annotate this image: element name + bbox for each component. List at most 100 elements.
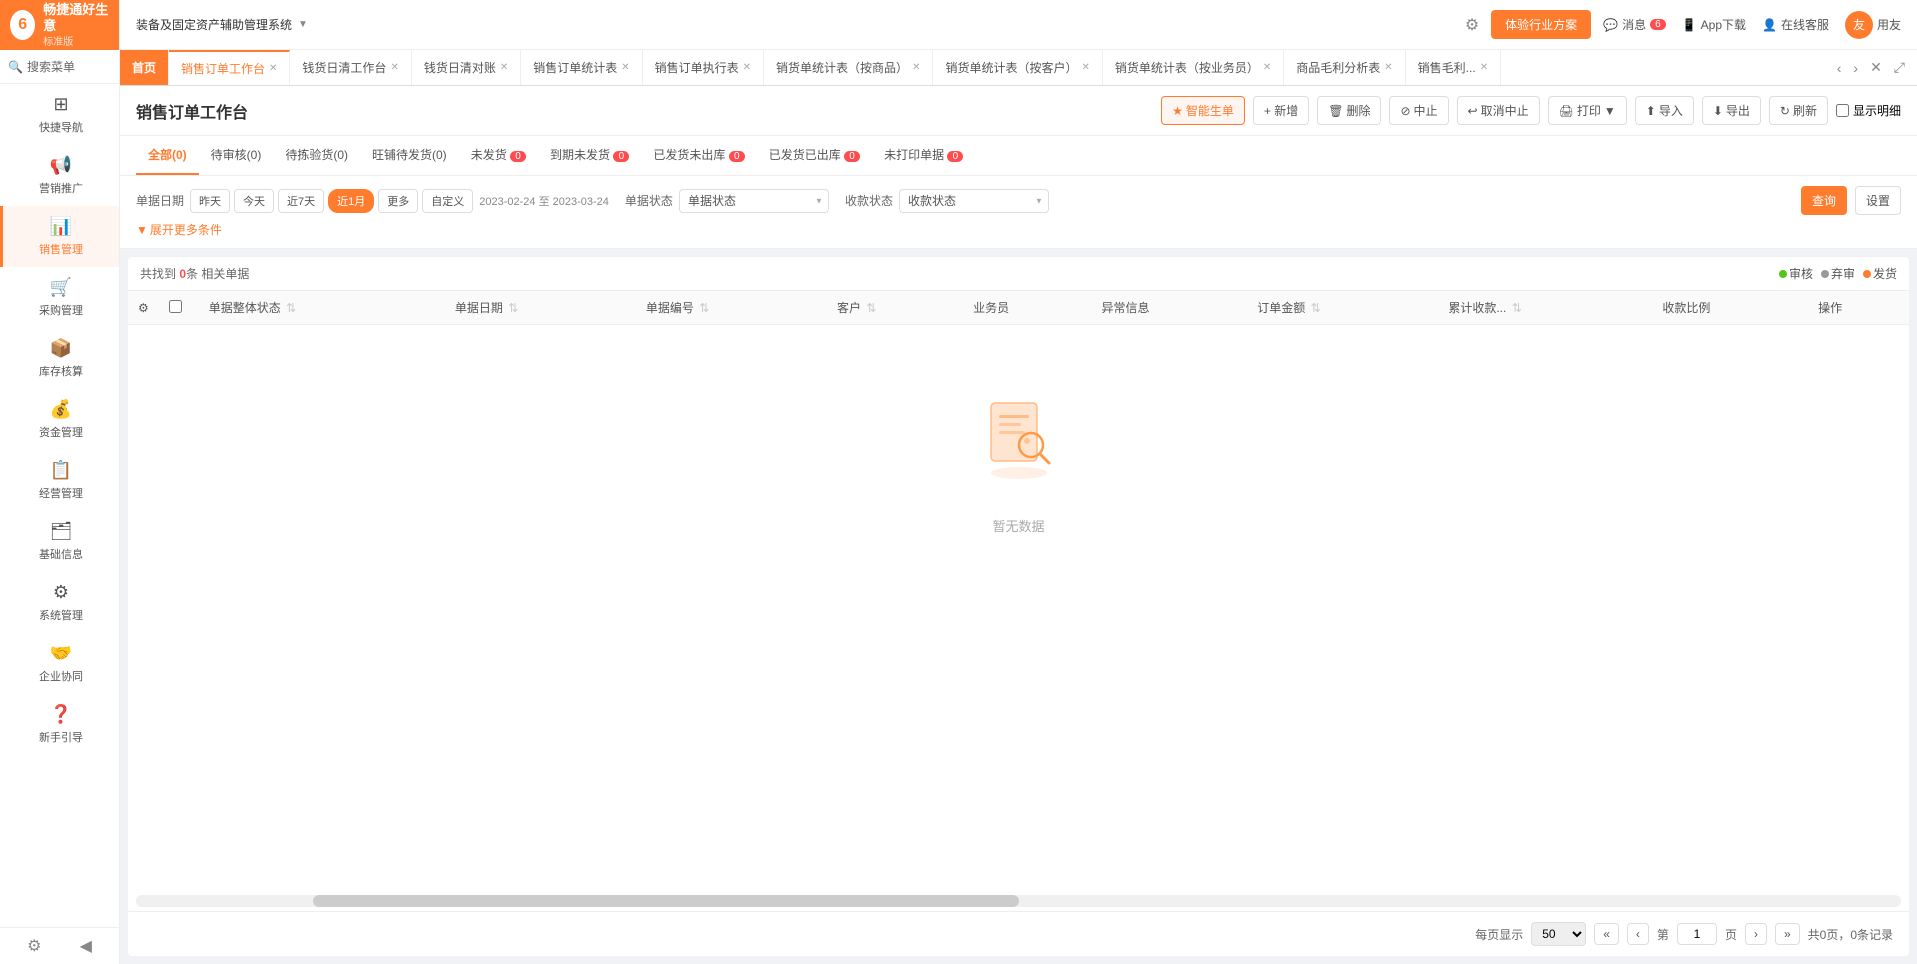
last-page-btn[interactable]: » xyxy=(1775,923,1800,945)
message-btn[interactable]: 💬 消息 6 xyxy=(1603,16,1666,33)
smart-create-btn[interactable]: ★ 智能生单 xyxy=(1161,96,1245,125)
industry-btn[interactable]: 体验行业方案 xyxy=(1491,10,1591,39)
tab-close-cash-reconcile[interactable]: ✕ xyxy=(500,62,508,73)
ship-action-btn[interactable]: 发货 xyxy=(1863,265,1897,282)
subtab-shipped-out[interactable]: 已发货已出库 0 xyxy=(757,136,872,175)
subtab-bar: 全部(0) 待审核(0) 待拣验货(0) 旺铺待发货(0) 未发货 0 到期未发… xyxy=(120,136,1917,176)
sidebar-item-finance[interactable]: 💰 资金管理 xyxy=(0,389,119,450)
tab-gross-profit[interactable]: 商品毛利分析表 ✕ xyxy=(1284,50,1405,86)
search-menu[interactable]: 🔍 搜索菜单 xyxy=(0,50,119,84)
collapse-sidebar-btn[interactable]: ◀ xyxy=(80,936,92,956)
sidebar-item-label: 资金管理 xyxy=(39,424,83,440)
th-amount: 订单金额 ⇅ xyxy=(1247,291,1438,325)
show-detail-checkbox[interactable] xyxy=(1836,104,1849,117)
cancel-stop-btn[interactable]: ↩ 取消中止 xyxy=(1457,96,1540,125)
user-menu[interactable]: 友 用友 xyxy=(1845,11,1901,39)
review-action-btn[interactable]: 审核 xyxy=(1779,265,1813,282)
sidebar-item-purchase[interactable]: 🛒 采购管理 xyxy=(0,267,119,328)
subtab-shipped-not-out[interactable]: 已发货未出库 0 xyxy=(641,136,756,175)
tab-close-cash-daily[interactable]: ✕ xyxy=(390,62,398,73)
ship-dot xyxy=(1863,270,1871,278)
sidebar-item-label: 基础信息 xyxy=(39,546,83,562)
sidebar-item-enterprise[interactable]: 🤝 企业协同 xyxy=(0,633,119,694)
tab-close-sales-exec[interactable]: ✕ xyxy=(743,62,751,73)
date-btn-more[interactable]: 更多 xyxy=(378,189,418,213)
sidebar-item-system[interactable]: ⚙ 系统管理 xyxy=(0,572,119,633)
tab-close-sales-more[interactable]: ✕ xyxy=(1480,62,1488,73)
date-btn-today[interactable]: 今天 xyxy=(234,189,274,213)
select-all-checkbox[interactable] xyxy=(169,300,182,313)
tab-fullscreen[interactable]: ⤢ xyxy=(1890,57,1909,78)
subtab-pending-review[interactable]: 待审核(0) xyxy=(199,136,274,175)
stop-btn[interactable]: ⊘ 中止 xyxy=(1389,96,1448,125)
filter-status-select[interactable]: 单据状态 xyxy=(679,189,829,213)
tab-close-summary-product[interactable]: ✕ xyxy=(912,62,920,73)
filter-payment-wrapper: 收款状态 xyxy=(899,189,1049,213)
topbar-settings-icon[interactable]: ⚙ xyxy=(1465,15,1479,35)
empty-illustration xyxy=(969,385,1069,504)
tab-sales-exec[interactable]: 销售订单执行表 ✕ xyxy=(643,50,764,86)
tab-close-sales-workbench[interactable]: ✕ xyxy=(269,63,277,74)
date-btn-1month[interactable]: 近1月 xyxy=(328,189,374,213)
sidebar-item-base[interactable]: 🗂 基础信息 xyxy=(0,511,119,572)
refresh-btn[interactable]: ↻ 刷新 xyxy=(1769,96,1828,125)
table-scroll[interactable]: ⚙ 单据整体状态 ⇅ 单据日期 ⇅ 单据编号 xyxy=(128,291,1909,891)
tab-summary-product[interactable]: 销货单统计表（按商品） ✕ xyxy=(764,50,933,86)
scrollbar-thumb[interactable] xyxy=(313,895,1019,907)
tab-scroll-right[interactable]: › xyxy=(1849,58,1862,78)
tab-sales-stats[interactable]: 销售订单统计表 ✕ xyxy=(521,50,642,86)
tab-scroll-left[interactable]: ‹ xyxy=(1833,58,1846,78)
tab-cash-daily[interactable]: 钱货日清工作台 ✕ xyxy=(290,50,411,86)
print-btn[interactable]: 🖨 打印 ▼ xyxy=(1548,96,1627,125)
query-btn[interactable]: 查询 xyxy=(1801,186,1847,215)
system-dropdown-icon[interactable]: ▼ xyxy=(298,19,308,30)
tab-close-summary-staff[interactable]: ✕ xyxy=(1263,62,1271,73)
date-btn-7days[interactable]: 近7天 xyxy=(278,189,324,213)
sidebar-item-sales[interactable]: 📊 销售管理 xyxy=(0,206,119,267)
subtab-overdue-ship[interactable]: 到期未发货 0 xyxy=(538,136,641,175)
subtab-all[interactable]: 全部(0) xyxy=(136,136,199,175)
page-input[interactable] xyxy=(1677,923,1717,945)
subtab-not-printed[interactable]: 未打印单据 0 xyxy=(872,136,975,175)
subtab-pending-check[interactable]: 待拣验货(0) xyxy=(273,136,360,175)
tab-sales-more[interactable]: 销售毛利... ✕ xyxy=(1406,50,1501,86)
sidebar-item-operation[interactable]: 📋 经营管理 xyxy=(0,450,119,511)
subtab-wangpu-ship[interactable]: 旺铺待发货(0) xyxy=(360,136,459,175)
sidebar-item-guide[interactable]: ❓ 新手引导 xyxy=(0,694,119,755)
tab-close-sales-stats[interactable]: ✕ xyxy=(621,62,629,73)
cancel-review-action-btn[interactable]: 弃审 xyxy=(1821,265,1855,282)
per-page-select[interactable]: 50 20 100 xyxy=(1531,922,1586,946)
online-service-btn[interactable]: 👤 在线客服 xyxy=(1762,16,1829,33)
tab-summary-staff[interactable]: 销货单统计表（按业务员） ✕ xyxy=(1103,50,1284,86)
tab-close-gross-profit[interactable]: ✕ xyxy=(1384,62,1392,73)
tab-sales-workbench[interactable]: 销售订单工作台 ✕ xyxy=(169,50,290,86)
show-detail-label[interactable]: 显示明细 xyxy=(1836,102,1901,119)
service-icon: 👤 xyxy=(1762,18,1777,32)
subtab-not-shipped[interactable]: 未发货 0 xyxy=(459,136,538,175)
filter-settings-btn[interactable]: 设置 xyxy=(1855,186,1901,215)
first-page-btn[interactable]: « xyxy=(1594,923,1619,945)
app-download-btn[interactable]: 📱 App下载 xyxy=(1682,16,1746,33)
tab-summary-customer[interactable]: 销货单统计表（按客户） ✕ xyxy=(933,50,1102,86)
sidebar-item-marketing[interactable]: 📢 营销推广 xyxy=(0,145,119,206)
import-btn[interactable]: ⬆ 导入 xyxy=(1635,96,1694,125)
filter-payment-select[interactable]: 收款状态 xyxy=(899,189,1049,213)
sidebar-item-label: 快捷导航 xyxy=(39,119,83,135)
next-page-btn[interactable]: › xyxy=(1745,923,1767,945)
sidebar-item-quick-nav[interactable]: ⊞ 快捷导航 xyxy=(0,84,119,145)
add-btn[interactable]: + 新增 xyxy=(1253,96,1309,125)
prev-page-btn[interactable]: ‹ xyxy=(1627,923,1649,945)
settings-bottom-icon[interactable]: ⚙ xyxy=(27,936,41,956)
delete-btn[interactable]: 🗑 删除 xyxy=(1317,96,1381,125)
horizontal-scrollbar[interactable] xyxy=(136,895,1901,907)
tab-close-summary-customer[interactable]: ✕ xyxy=(1081,62,1089,73)
date-btn-yesterday[interactable]: 昨天 xyxy=(190,189,230,213)
expand-filter-btn[interactable]: ▼ 展开更多条件 xyxy=(136,221,1901,238)
tab-cash-reconcile[interactable]: 钱货日清对账 ✕ xyxy=(412,50,521,86)
date-btn-custom[interactable]: 自定义 xyxy=(422,189,473,213)
tab-home[interactable]: 首页 xyxy=(120,50,169,86)
filter-payment-item: 收款状态 收款状态 xyxy=(845,189,1049,213)
sidebar-item-inventory[interactable]: 📦 库存核算 xyxy=(0,328,119,389)
tab-close-all[interactable]: ✕ xyxy=(1866,57,1886,78)
export-btn[interactable]: ⬇ 导出 xyxy=(1702,96,1761,125)
